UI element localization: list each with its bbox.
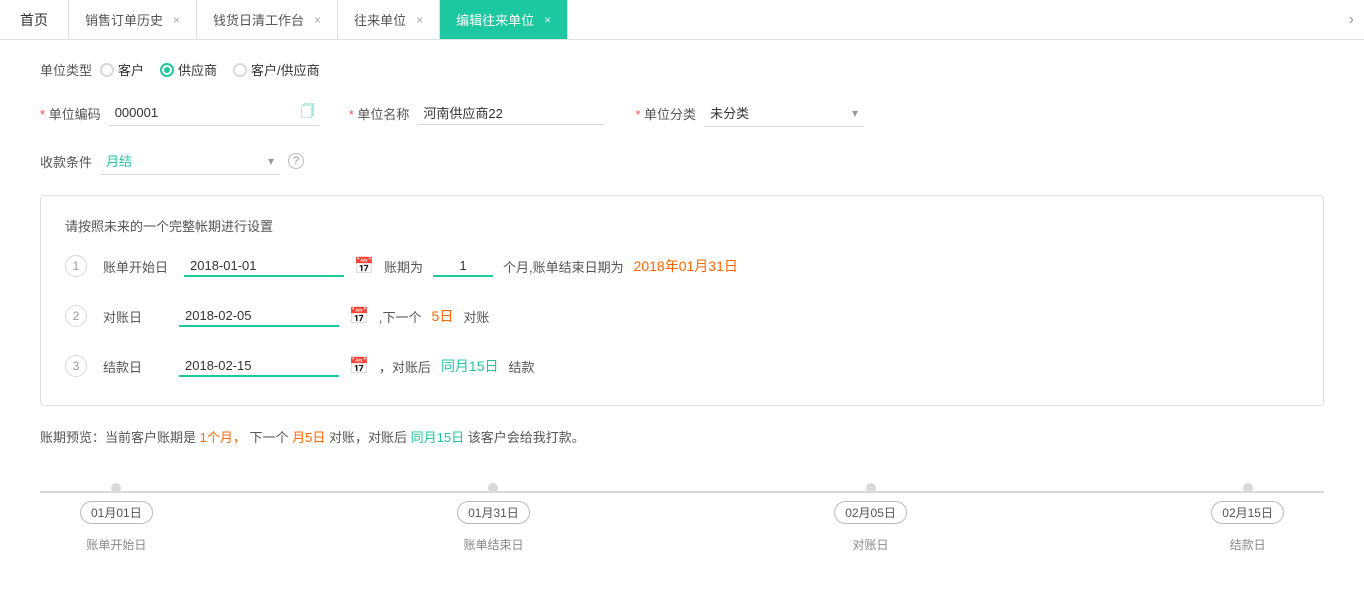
step-2-label: 对账日 xyxy=(103,307,163,326)
preview-section: 账期预览：当前客户账期是 1个月， 下一个 月5日 对账，对账后 同月15日 该… xyxy=(40,426,1324,449)
close-cash-daily[interactable]: × xyxy=(314,13,321,27)
preview-text3: 对账，对账后 xyxy=(329,430,407,445)
timeline-sub-3: 结款日 xyxy=(1230,536,1266,553)
timeline-sub-2: 对账日 xyxy=(853,536,889,553)
step-3-calendar-icon[interactable]: 📅 xyxy=(349,356,369,376)
timeline-sub-1: 账单结束日 xyxy=(463,536,523,553)
step-1-highlight: 2018年01月31日 xyxy=(634,256,738,276)
timeline-dot-1 xyxy=(488,483,498,493)
unit-class-label: 单位分类 xyxy=(635,104,696,123)
step-2-row: 2 对账日 📅 ,下一个 5日 对账 xyxy=(65,305,1299,327)
preview-label: 账期预览：当前客户账期是 xyxy=(40,430,196,445)
unit-name-group: 单位名称 xyxy=(349,101,606,125)
step-1-middle-text: 账期为 xyxy=(384,257,423,276)
step-1-month-input[interactable] xyxy=(433,256,493,277)
tab-bar: 首页 销售订单历史 × 钱货日清工作台 × 往来单位 × 编辑往来单位 × › xyxy=(0,0,1364,40)
step-2-content: 📅 ,下一个 5日 对账 xyxy=(179,306,489,327)
preview-h3: 同月15日 xyxy=(411,430,464,445)
unit-type-group: 单位类型 客户 供应商 客户/供应商 xyxy=(40,60,320,79)
unit-type-label: 单位类型 xyxy=(40,60,92,79)
step-2-prefix: ,下一个 xyxy=(379,307,422,326)
step-2-highlight: 5日 xyxy=(432,306,454,326)
timeline-badge-1: 01月31日 xyxy=(457,501,530,524)
payment-terms-value: 月结 xyxy=(106,151,264,170)
step-2-date-input[interactable] xyxy=(179,306,339,327)
step-1-content: 📅 账期为 个月,账单结束日期为 2018年01月31日 xyxy=(184,256,738,277)
step-3-suffix: 结款 xyxy=(509,357,535,376)
payment-terms-dropdown[interactable]: 月结 ▾ xyxy=(100,147,280,175)
tab-partner-unit[interactable]: 往来单位 × xyxy=(338,0,440,39)
step-3-row: 3 结款日 📅 ，对账后 同月15日 结款 xyxy=(65,355,1299,377)
step-3-label: 结款日 xyxy=(103,357,163,376)
step-2-num: 2 xyxy=(65,305,87,327)
close-edit-partner[interactable]: × xyxy=(544,13,551,27)
step-1-calendar-icon[interactable]: 📅 xyxy=(354,256,374,276)
step-1-label: 账单开始日 xyxy=(103,257,168,276)
preview-text4: 该客户会给我打款。 xyxy=(468,430,585,445)
unit-class-arrow-icon: ▾ xyxy=(852,106,858,120)
period-settings-panel: 请按照未来的一个完整帐期进行设置 1 账单开始日 📅 账期为 个月,账单结束日期… xyxy=(40,195,1324,406)
step-3-date-input[interactable] xyxy=(179,356,339,377)
tab-home[interactable]: 首页 xyxy=(0,0,69,39)
payment-terms-group: 收款条件 月结 ▾ ? xyxy=(40,147,304,175)
step-1-num: 1 xyxy=(65,255,87,277)
tab-cash-daily[interactable]: 钱货日清工作台 × xyxy=(197,0,338,39)
preview-h1: 1个月， xyxy=(200,430,246,445)
timeline-badge-2: 02月05日 xyxy=(834,501,907,524)
radio-customer[interactable]: 客户 xyxy=(100,60,144,79)
close-partner-unit[interactable]: × xyxy=(416,13,423,27)
step-3-content: 📅 ，对账后 同月15日 结款 xyxy=(179,356,535,377)
timeline-dot-2 xyxy=(866,483,876,493)
close-sales-history[interactable]: × xyxy=(173,13,180,27)
unit-name-label: 单位名称 xyxy=(349,104,410,123)
unit-code-input-wrapper: 🗍 xyxy=(109,101,319,126)
unit-code-copy-icon[interactable]: 🗍 xyxy=(297,101,319,125)
payment-terms-arrow-icon: ▾ xyxy=(268,154,274,168)
main-content: 单位类型 客户 供应商 客户/供应商 单位编码 xyxy=(0,40,1364,608)
radio-both-circle xyxy=(233,63,247,77)
unit-name-input[interactable] xyxy=(417,101,605,125)
radio-customer-circle xyxy=(100,63,114,77)
timeline-points: 01月01日 账单开始日 01月31日 账单结束日 02月05日 对账日 02月… xyxy=(80,483,1284,553)
step-1-suffix: 个月,账单结束日期为 xyxy=(503,257,624,276)
radio-both[interactable]: 客户/供应商 xyxy=(233,60,320,79)
step-3-prefix: ，对账后 xyxy=(379,357,431,376)
timeline-sub-0: 账单开始日 xyxy=(86,536,146,553)
timeline-badge-0: 01月01日 xyxy=(80,501,153,524)
step-1-date-input[interactable] xyxy=(184,256,344,277)
radio-group-unit-type: 客户 供应商 客户/供应商 xyxy=(100,60,320,79)
step-2-calendar-icon[interactable]: 📅 xyxy=(349,306,369,326)
payment-terms-row: 收款条件 月结 ▾ ? xyxy=(40,147,1324,175)
unit-code-input[interactable] xyxy=(109,101,297,124)
tab-sales-history[interactable]: 销售订单历史 × xyxy=(69,0,197,39)
radio-supplier-circle xyxy=(160,63,174,77)
unit-code-group: 单位编码 🗍 xyxy=(40,101,319,126)
step-1-row: 1 账单开始日 📅 账期为 个月,账单结束日期为 2018年01月31日 xyxy=(65,255,1299,277)
payment-terms-help-icon[interactable]: ? xyxy=(288,153,304,169)
preview-h2: 月5日 xyxy=(292,430,325,445)
unit-class-dropdown[interactable]: 未分类 ▾ xyxy=(704,99,864,127)
unit-code-label: 单位编码 xyxy=(40,104,101,123)
unit-class-value: 未分类 xyxy=(710,103,848,122)
panel-title: 请按照未来的一个完整帐期进行设置 xyxy=(65,216,1299,235)
tab-expand-button[interactable]: › xyxy=(1339,0,1364,39)
payment-terms-label: 收款条件 xyxy=(40,152,92,171)
preview-text2: 下一个 xyxy=(250,430,289,445)
tab-edit-partner[interactable]: 编辑往来单位 × xyxy=(440,0,568,39)
timeline-point-1: 01月31日 账单结束日 xyxy=(457,483,530,553)
timeline-dot-3 xyxy=(1243,483,1253,493)
timeline-point-0: 01月01日 账单开始日 xyxy=(80,483,153,553)
timeline-badge-3: 02月15日 xyxy=(1211,501,1284,524)
unit-info-row: 单位编码 🗍 单位名称 单位分类 未分类 ▾ xyxy=(40,99,1324,127)
step-3-highlight: 同月15日 xyxy=(441,356,499,376)
unit-type-row: 单位类型 客户 供应商 客户/供应商 xyxy=(40,60,1324,79)
step-3-num: 3 xyxy=(65,355,87,377)
step-2-suffix: 对账 xyxy=(463,307,489,326)
timeline-dot-0 xyxy=(111,483,121,493)
timeline-section: 01月01日 账单开始日 01月31日 账单结束日 02月05日 对账日 02月… xyxy=(40,473,1324,583)
timeline-point-3: 02月15日 结款日 xyxy=(1211,483,1284,553)
unit-class-group: 单位分类 未分类 ▾ xyxy=(635,99,864,127)
radio-supplier[interactable]: 供应商 xyxy=(160,60,217,79)
timeline-point-2: 02月05日 对账日 xyxy=(834,483,907,553)
